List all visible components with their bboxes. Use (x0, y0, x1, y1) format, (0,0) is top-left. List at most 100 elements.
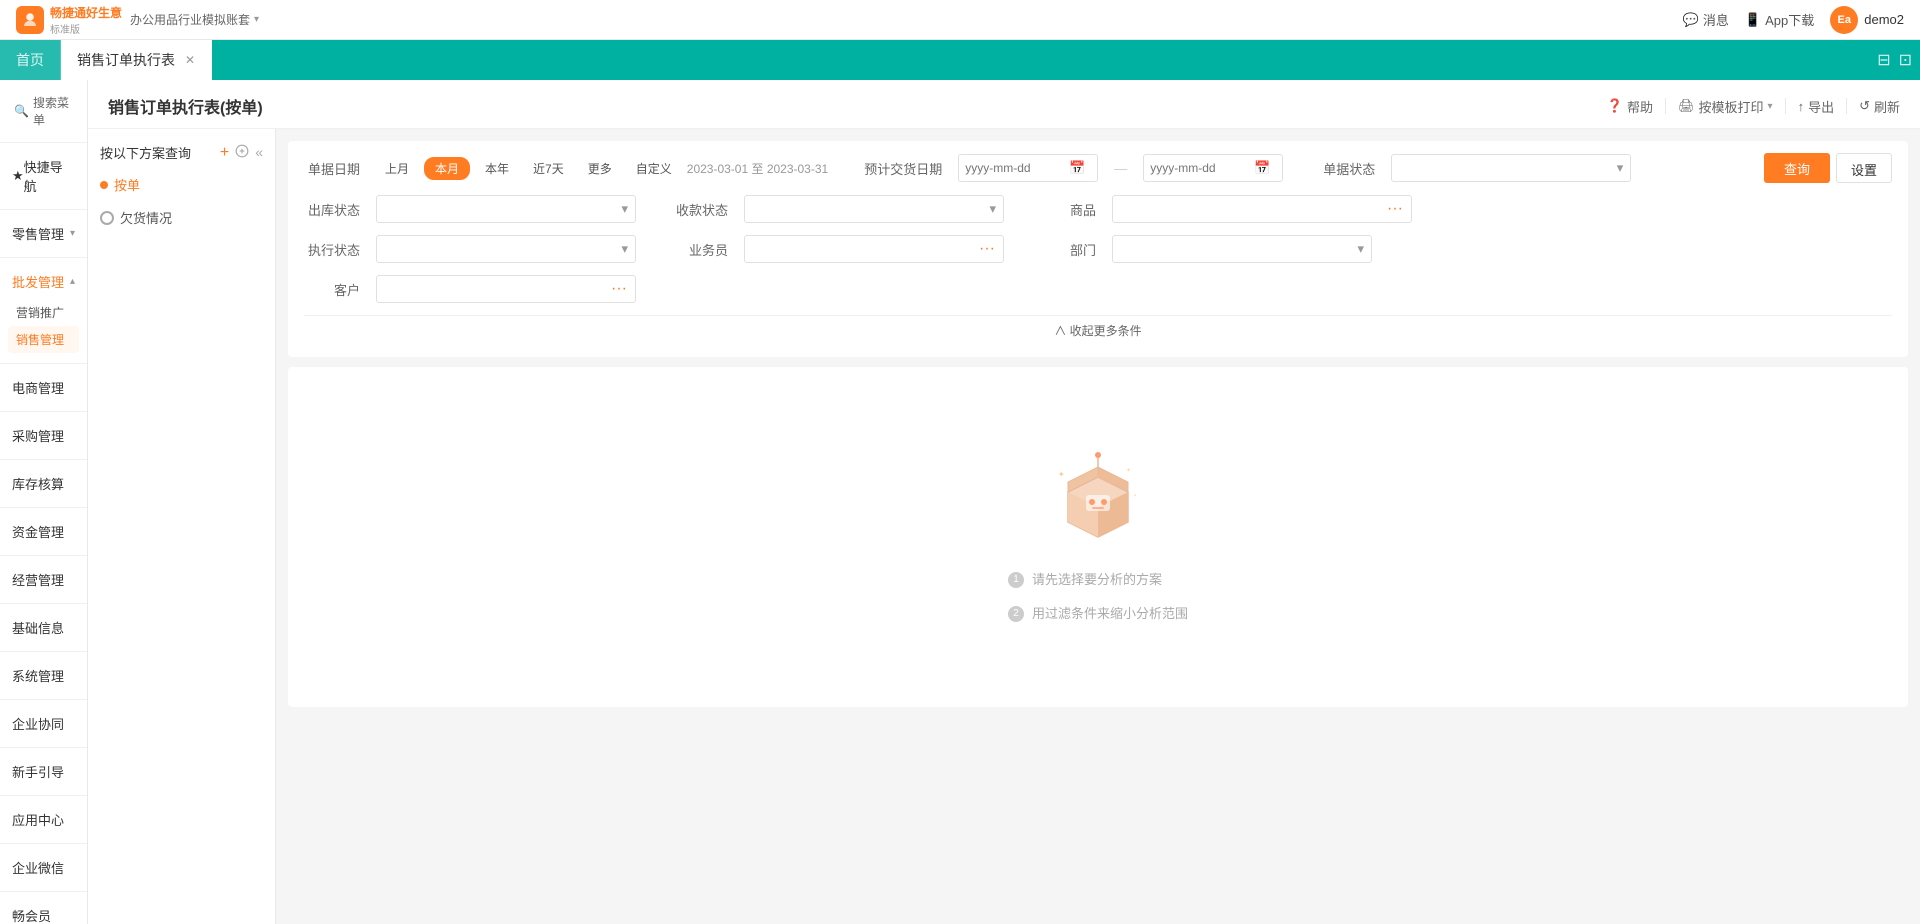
date-last-month[interactable]: 上月 (376, 157, 418, 180)
filter-row-3: 执行状态 业务员 ··· 部门 (304, 235, 1892, 263)
exec-status-select[interactable] (376, 235, 636, 263)
out-status-select[interactable] (376, 195, 636, 223)
sidebar-item-marketing[interactable]: 营销推广 (8, 299, 79, 326)
message-button[interactable]: 💬 消息 (1683, 10, 1729, 29)
right-panel: 单据日期 上月 本月 本年 近7天 更多 自定义 2023-03-01 至 20… (276, 129, 1920, 924)
refresh-button[interactable]: ↺ 刷新 (1859, 97, 1900, 116)
payment-status-select-wrap (744, 195, 1004, 223)
empty-illustration: ✦ ✦ ✦ (1048, 447, 1148, 547)
tab-bar-actions: ⊟ ⊡ (1877, 50, 1912, 70)
expected-date-start-input[interactable] (965, 161, 1065, 175)
dept-label: 部门 (1040, 240, 1096, 259)
sidebar-item-purchase[interactable]: 采购管理 (0, 412, 87, 460)
export-button[interactable]: ↑ 导出 (1798, 97, 1835, 116)
salesperson-input-wrap: ··· (744, 235, 1004, 263)
sidebar-item-wholesale[interactable]: 批发管理 ▴ 营销推广 销售管理 (0, 258, 87, 364)
enterprise-collab-label[interactable]: 企业协同 (4, 708, 83, 739)
collapse-panel-button[interactable]: « (255, 144, 263, 162)
collapse-filters-button[interactable]: ∧ 收起更多条件 (304, 315, 1892, 345)
date-custom[interactable]: 自定义 (627, 157, 681, 180)
dept-select[interactable] (1112, 235, 1372, 263)
tip-num-2: 2 (1008, 606, 1024, 622)
sidebar-item-beginner-guide[interactable]: 新手引导 (0, 748, 87, 796)
wholesale-label[interactable]: 批发管理 ▴ (4, 266, 83, 297)
tab-minimize-button[interactable]: ⊟ (1877, 50, 1890, 70)
tab-maximize-button[interactable]: ⊡ (1899, 50, 1912, 70)
breadcrumb: 办公用品行业模拟账套 ▾ (130, 11, 259, 28)
add-scheme-button[interactable]: + (220, 144, 229, 162)
date-more[interactable]: 更多 (579, 157, 621, 180)
inventory-label[interactable]: 库存核算 (4, 468, 83, 499)
salesperson-input[interactable] (753, 242, 979, 257)
customer-more-icon[interactable]: ··· (611, 280, 627, 298)
settings-button[interactable]: 设置 (1836, 153, 1892, 183)
date-this-month[interactable]: 本月 (424, 157, 470, 180)
print-icon: 🖨 (1678, 98, 1695, 114)
sidebar-item-app-center[interactable]: 应用中心 (0, 796, 87, 844)
top-bar-right: 💬 消息 📱 App下载 Ea demo2 (1683, 6, 1904, 34)
ecommerce-label[interactable]: 电商管理 (4, 372, 83, 403)
sidebar-item-ecommerce[interactable]: 电商管理 (0, 364, 87, 412)
sidebar-item-enterprise-collab[interactable]: 企业协同 (0, 700, 87, 748)
member-label[interactable]: 畅会员 (4, 900, 83, 924)
top-bar: 畅捷通好生意 标准版 办公用品行业模拟账套 ▾ 💬 消息 📱 App下载 Ea … (0, 0, 1920, 40)
date-dash: — (1114, 161, 1127, 176)
retail-label[interactable]: 零售管理 ▾ (4, 218, 83, 249)
app-center-label[interactable]: 应用中心 (4, 804, 83, 835)
finance-label[interactable]: 资金管理 (4, 516, 83, 547)
goods-more-icon[interactable]: ··· (1387, 200, 1403, 218)
status-select[interactable] (1391, 154, 1631, 182)
scheme-item-by-debt[interactable]: 欠货情况 (88, 201, 275, 234)
download-icon: 📱 (1745, 12, 1761, 28)
sidebar-item-system[interactable]: 系统管理 (0, 652, 87, 700)
basic-info-label[interactable]: 基础信息 (4, 612, 83, 643)
date-this-year[interactable]: 本年 (476, 157, 518, 180)
sidebar-item-quick-nav[interactable]: ★ 快捷导航 (0, 143, 87, 210)
sidebar-item-finance[interactable]: 资金管理 (0, 508, 87, 556)
payment-status-select[interactable] (744, 195, 1004, 223)
beginner-guide-label[interactable]: 新手引导 (4, 756, 83, 787)
logo-area: 畅捷通好生意 标准版 (16, 4, 122, 36)
print-button[interactable]: 🖨 按模板打印 ▾ (1678, 97, 1773, 116)
expected-date-label: 预计交货日期 (864, 159, 942, 178)
enterprise-wechat-label[interactable]: 企业微信 (4, 852, 83, 883)
sidebar-item-basic-info[interactable]: 基础信息 (0, 604, 87, 652)
edit-scheme-button[interactable] (235, 144, 249, 162)
date-last-7days[interactable]: 近7天 (524, 157, 573, 180)
salesperson-more-icon[interactable]: ··· (979, 240, 995, 258)
sidebar-item-sales-mgmt[interactable]: 销售管理 (8, 326, 79, 353)
main-layout: 🔍 搜索菜单 ★ 快捷导航 零售管理 ▾ 批发管理 ▴ 营销推广 (0, 80, 1920, 924)
status-filter-label: 单据状态 (1319, 159, 1375, 178)
quick-nav-label[interactable]: ★ 快捷导航 (4, 151, 83, 201)
sidebar-item-member[interactable]: 畅会员 (0, 892, 87, 924)
expected-date-end-input[interactable] (1150, 161, 1250, 175)
goods-input[interactable] (1121, 202, 1387, 217)
print-dropdown-icon[interactable]: ▾ (1768, 101, 1773, 112)
tab-close-icon[interactable]: ✕ (185, 53, 195, 67)
help-button[interactable]: ❓ 帮助 (1607, 97, 1653, 116)
tab-home[interactable]: 首页 (0, 40, 61, 80)
sidebar-item-retail[interactable]: 零售管理 ▾ (0, 210, 87, 258)
customer-input[interactable] (385, 282, 611, 297)
system-label[interactable]: 系统管理 (4, 660, 83, 691)
query-button[interactable]: 查询 (1764, 153, 1830, 183)
tab-sales-order-exec[interactable]: 销售订单执行表 ✕ (61, 40, 212, 80)
search-menu-button[interactable]: 🔍 搜索菜单 (8, 90, 79, 132)
date-start-icon[interactable]: 📅 (1069, 160, 1085, 176)
filter-row-4: 客户 ··· (304, 275, 1892, 303)
sidebar-item-inventory[interactable]: 库存核算 (0, 460, 87, 508)
left-panel-actions: + « (220, 144, 263, 162)
message-icon: 💬 (1683, 12, 1699, 28)
date-end-icon[interactable]: 📅 (1254, 160, 1270, 176)
user-profile[interactable]: Ea demo2 (1830, 6, 1904, 34)
query-buttons: 查询 设置 (1764, 153, 1892, 183)
purchase-label[interactable]: 采购管理 (4, 420, 83, 451)
customer-input-wrap: ··· (376, 275, 636, 303)
breadcrumb-dropdown-icon[interactable]: ▾ (254, 14, 259, 25)
operations-label[interactable]: 经营管理 (4, 564, 83, 595)
exec-status-label: 执行状态 (304, 240, 360, 259)
sidebar-item-operations[interactable]: 经营管理 (0, 556, 87, 604)
sidebar-item-enterprise-wechat[interactable]: 企业微信 (0, 844, 87, 892)
app-download-button[interactable]: 📱 App下载 (1745, 10, 1814, 29)
scheme-item-by-order[interactable]: 按单 (88, 168, 275, 201)
